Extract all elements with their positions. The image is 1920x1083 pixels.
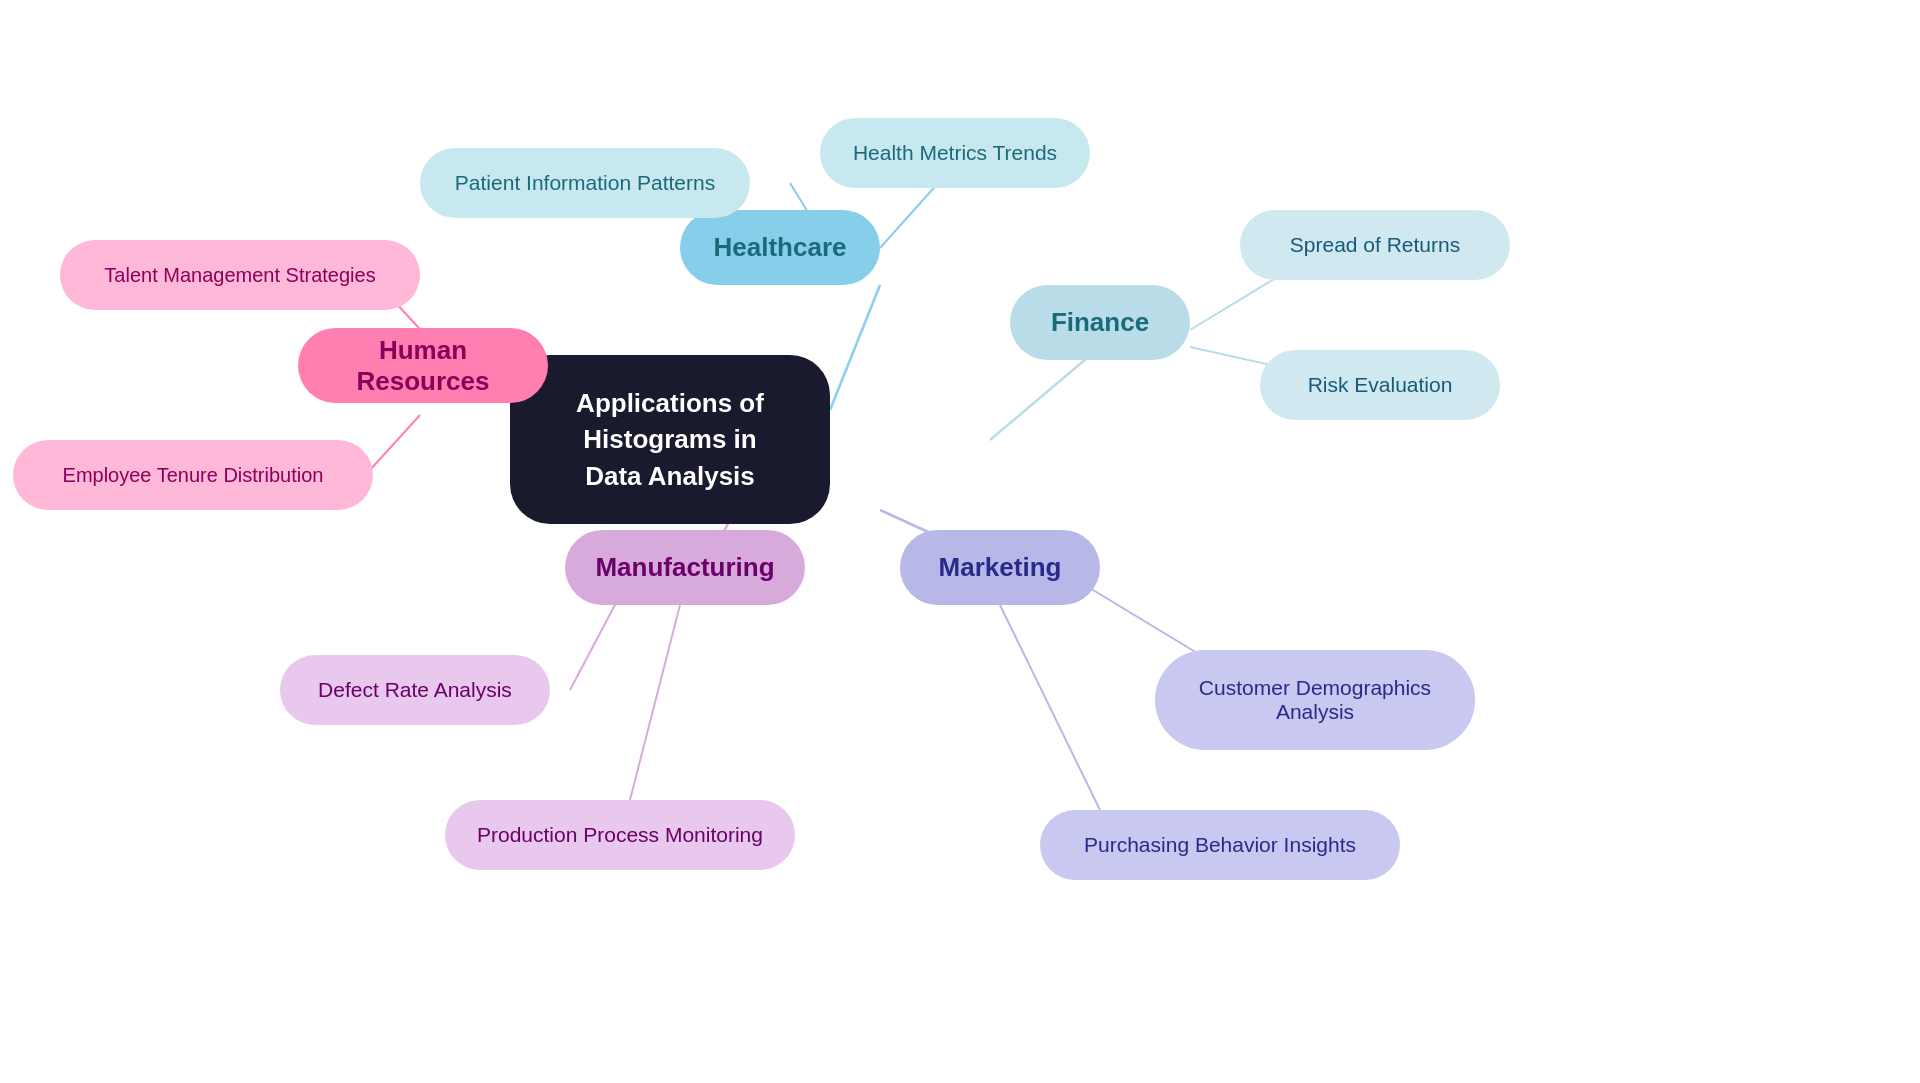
risk-eval-label: Risk Evaluation bbox=[1308, 373, 1453, 397]
employee-tenure-label: Employee Tenure Distribution bbox=[63, 464, 324, 487]
center-node: Applications of Histograms in Data Analy… bbox=[510, 355, 830, 524]
human-resources-label: Human Resources bbox=[330, 335, 516, 397]
spread-returns-node[interactable]: Spread of Returns bbox=[1240, 210, 1510, 280]
svg-line-8 bbox=[370, 415, 420, 470]
risk-eval-node[interactable]: Risk Evaluation bbox=[1260, 350, 1500, 420]
defect-rate-label: Defect Rate Analysis bbox=[318, 678, 512, 702]
purchasing-node[interactable]: Purchasing Behavior Insights bbox=[1040, 810, 1400, 880]
manufacturing-node[interactable]: Manufacturing bbox=[565, 530, 805, 605]
talent-mgmt-node[interactable]: Talent Management Strategies bbox=[60, 240, 420, 310]
svg-line-3 bbox=[990, 347, 1100, 440]
spread-returns-label: Spread of Returns bbox=[1290, 233, 1460, 257]
employee-tenure-node[interactable]: Employee Tenure Distribution bbox=[13, 440, 373, 510]
customer-demo-label: Customer Demographics Analysis bbox=[1187, 676, 1443, 724]
production-process-label: Production Process Monitoring bbox=[477, 823, 763, 847]
svg-line-0 bbox=[830, 285, 880, 410]
patient-info-node[interactable]: Patient Information Patterns bbox=[420, 148, 750, 218]
defect-rate-node[interactable]: Defect Rate Analysis bbox=[280, 655, 550, 725]
human-resources-node[interactable]: Human Resources bbox=[298, 328, 548, 403]
customer-demo-node[interactable]: Customer Demographics Analysis bbox=[1155, 650, 1475, 750]
healthcare-label: Healthcare bbox=[714, 232, 847, 263]
patient-info-label: Patient Information Patterns bbox=[455, 171, 715, 195]
talent-mgmt-label: Talent Management Strategies bbox=[104, 264, 375, 287]
svg-line-14 bbox=[1000, 605, 1100, 810]
marketing-label: Marketing bbox=[939, 552, 1062, 583]
svg-line-11 bbox=[630, 605, 680, 800]
manufacturing-label: Manufacturing bbox=[595, 552, 774, 583]
finance-node[interactable]: Finance bbox=[1010, 285, 1190, 360]
healthcare-node[interactable]: Healthcare bbox=[680, 210, 880, 285]
purchasing-label: Purchasing Behavior Insights bbox=[1084, 833, 1356, 857]
production-process-node[interactable]: Production Process Monitoring bbox=[445, 800, 795, 870]
health-metrics-label: Health Metrics Trends bbox=[853, 141, 1057, 165]
health-metrics-node[interactable]: Health Metrics Trends bbox=[820, 118, 1090, 188]
marketing-node[interactable]: Marketing bbox=[900, 530, 1100, 605]
center-label: Applications of Histograms in Data Analy… bbox=[560, 385, 780, 494]
finance-label: Finance bbox=[1051, 307, 1149, 338]
